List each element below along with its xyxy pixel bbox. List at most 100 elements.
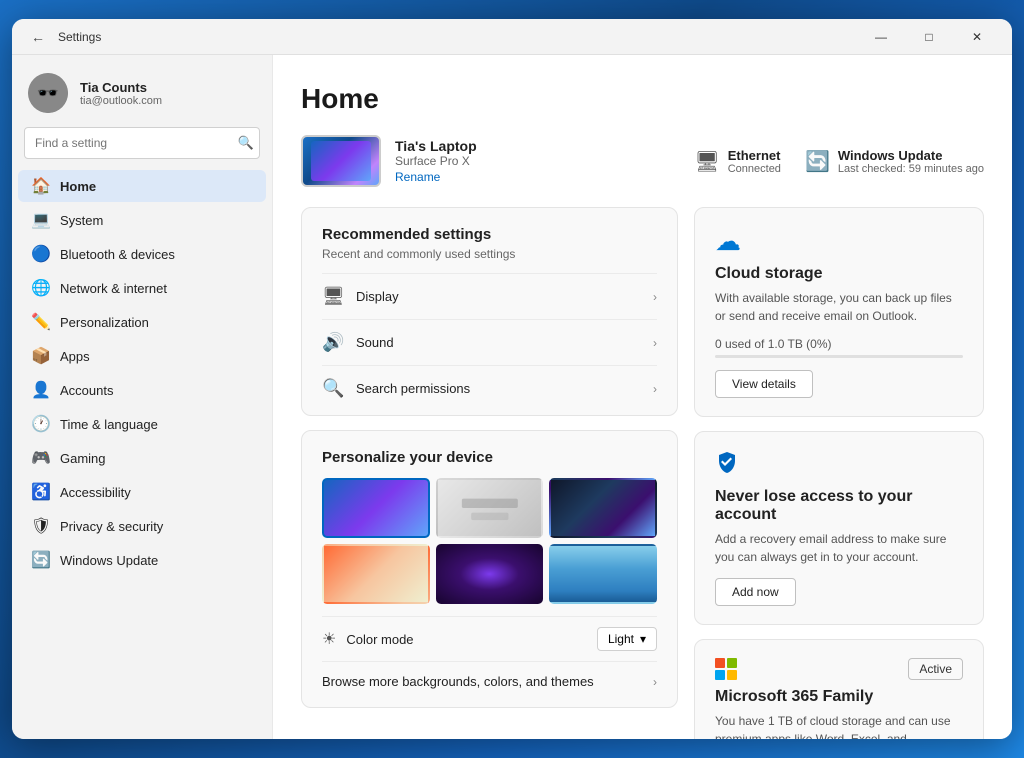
status-items: 🖥 Ethernet Connected 🔄 Windows Update La… — [694, 148, 984, 175]
right-column: ☁ Cloud storage With available storage, … — [694, 207, 984, 739]
cloud-storage-card: ☁ Cloud storage With available storage, … — [694, 207, 984, 417]
sidebar-item-gaming[interactable]: 🎮 Gaming — [18, 442, 266, 474]
color-mode-chevron-icon: ▾ — [640, 632, 646, 646]
sidebar-item-update[interactable]: 🔄 Windows Update — [18, 544, 266, 576]
color-mode-value: Light — [608, 632, 634, 646]
device-thumb-image — [311, 141, 371, 181]
apps-icon: 📦 — [32, 347, 50, 365]
search-permissions-chevron-icon: › — [653, 382, 657, 396]
personalization-icon: ✏️ — [32, 313, 50, 331]
wallpaper-grid — [322, 478, 657, 604]
recommended-card: Recommended settings Recent and commonly… — [301, 207, 678, 416]
ms-green-square — [727, 658, 737, 668]
wallpaper-6[interactable] — [549, 544, 657, 604]
sidebar-item-accounts-label: Accounts — [60, 383, 113, 398]
time-icon: 🕐 — [32, 415, 50, 433]
sidebar: 🕶️ Tia Counts tia@outlook.com 🔍 🏠 Home 💻… — [12, 55, 272, 739]
sidebar-item-personalization[interactable]: ✏️ Personalization — [18, 306, 266, 338]
network-icon: 🌐 — [32, 279, 50, 297]
settings-window: ← Settings — □ ✕ 🕶️ Tia Counts tia@outlo… — [12, 19, 1012, 739]
view-details-button[interactable]: View details — [715, 370, 813, 398]
close-button[interactable]: ✕ — [954, 21, 1000, 53]
wallpaper-4[interactable] — [322, 544, 430, 604]
account-security-card: Never lose access to your account Add a … — [694, 431, 984, 625]
ms-blue-square — [715, 670, 725, 680]
sidebar-item-time-label: Time & language — [60, 417, 158, 432]
content-area: 🕶️ Tia Counts tia@outlook.com 🔍 🏠 Home 💻… — [12, 55, 1012, 739]
ms-red-square — [715, 658, 725, 668]
display-chevron-icon: › — [653, 290, 657, 304]
ethernet-text: Ethernet Connected — [728, 148, 781, 175]
storage-bar — [715, 355, 963, 358]
sidebar-item-privacy[interactable]: 🛡 Privacy & security — [18, 510, 266, 542]
main-content: Home Tia's Laptop Surface Pro X Rename 🖥 — [272, 55, 1012, 739]
titlebar: ← Settings — □ ✕ — [12, 19, 1012, 55]
bluetooth-icon: 🔵 — [32, 245, 50, 263]
ethernet-icon: 🖥 — [694, 149, 719, 174]
sound-label: Sound — [356, 335, 641, 350]
display-setting-row[interactable]: 🖥 Display › — [322, 273, 657, 319]
gaming-icon: 🎮 — [32, 449, 50, 467]
search-permissions-row[interactable]: 🔍 Search permissions › — [322, 365, 657, 411]
wallpaper-2[interactable] — [436, 478, 544, 538]
microsoft365-icon — [715, 658, 737, 680]
home-icon: 🏠 — [32, 177, 50, 195]
wallpaper-1[interactable] — [322, 478, 430, 538]
personalize-title: Personalize your device — [322, 449, 657, 466]
account-security-title: Never lose access to your account — [715, 488, 963, 524]
sound-chevron-icon: › — [653, 336, 657, 350]
device-bar: Tia's Laptop Surface Pro X Rename 🖥 Ethe… — [301, 135, 984, 187]
browse-themes-row[interactable]: Browse more backgrounds, colors, and the… — [322, 661, 657, 689]
active-badge: Active — [908, 658, 963, 680]
sidebar-item-apps[interactable]: 📦 Apps — [18, 340, 266, 372]
sidebar-item-system[interactable]: 💻 System — [18, 204, 266, 236]
sidebar-item-privacy-label: Privacy & security — [60, 519, 163, 534]
device-info: Tia's Laptop Surface Pro X Rename — [301, 135, 477, 187]
search-input[interactable] — [24, 127, 260, 159]
ms-yellow-square — [727, 670, 737, 680]
device-name: Tia's Laptop — [395, 138, 477, 154]
sidebar-item-accounts[interactable]: 👤 Accounts — [18, 374, 266, 406]
ethernet-status: 🖥 Ethernet Connected — [694, 148, 781, 175]
color-mode-select[interactable]: Light ▾ — [597, 627, 657, 651]
search-icon[interactable]: 🔍 — [238, 135, 254, 151]
sidebar-item-network[interactable]: 🌐 Network & internet — [18, 272, 266, 304]
page-title: Home — [301, 83, 984, 115]
sound-icon: 🔊 — [322, 332, 344, 353]
back-button[interactable]: ← — [24, 23, 52, 51]
personalize-card: Personalize your device — [301, 430, 678, 708]
recommended-title: Recommended settings — [322, 226, 657, 243]
sidebar-item-bluetooth-label: Bluetooth & devices — [60, 247, 175, 262]
search-permissions-icon: 🔍 — [322, 378, 344, 399]
sidebar-item-time[interactable]: 🕐 Time & language — [18, 408, 266, 440]
wallpaper-5[interactable] — [436, 544, 544, 604]
display-icon: 🖥 — [322, 286, 344, 307]
sound-setting-row[interactable]: 🔊 Sound › — [322, 319, 657, 365]
color-mode-label: Color mode — [346, 632, 587, 647]
cards-row: Recommended settings Recent and commonly… — [301, 207, 984, 739]
account-security-desc: Add a recovery email address to make sur… — [715, 530, 963, 566]
windows-update-text: Windows Update Last checked: 59 minutes … — [838, 148, 984, 175]
window-title: Settings — [58, 30, 858, 44]
sidebar-item-home-label: Home — [60, 179, 96, 194]
minimize-button[interactable]: — — [858, 21, 904, 53]
maximize-button[interactable]: □ — [906, 21, 952, 53]
sidebar-item-personalization-label: Personalization — [60, 315, 149, 330]
windows-update-status: 🔄 Windows Update Last checked: 59 minute… — [805, 148, 984, 175]
sidebar-item-home[interactable]: 🏠 Home — [18, 170, 266, 202]
color-mode-row: ☀ Color mode Light ▾ — [322, 616, 657, 661]
sidebar-item-system-label: System — [60, 213, 103, 228]
left-column: Recommended settings Recent and commonly… — [301, 207, 678, 739]
wallpaper-3[interactable] — [549, 478, 657, 538]
user-profile: 🕶️ Tia Counts tia@outlook.com — [12, 63, 272, 127]
sidebar-item-update-label: Windows Update — [60, 553, 158, 568]
sidebar-item-bluetooth[interactable]: 🔵 Bluetooth & devices — [18, 238, 266, 270]
device-rename-link[interactable]: Rename — [395, 170, 477, 184]
sidebar-item-network-label: Network & internet — [60, 281, 167, 296]
storage-text: 0 used of 1.0 TB (0%) — [715, 337, 963, 351]
add-now-button[interactable]: Add now — [715, 578, 796, 606]
sidebar-item-accessibility[interactable]: ♿ Accessibility — [18, 476, 266, 508]
device-model: Surface Pro X — [395, 154, 477, 168]
cloud-storage-title: Cloud storage — [715, 265, 963, 283]
cloud-storage-desc: With available storage, you can back up … — [715, 289, 963, 325]
